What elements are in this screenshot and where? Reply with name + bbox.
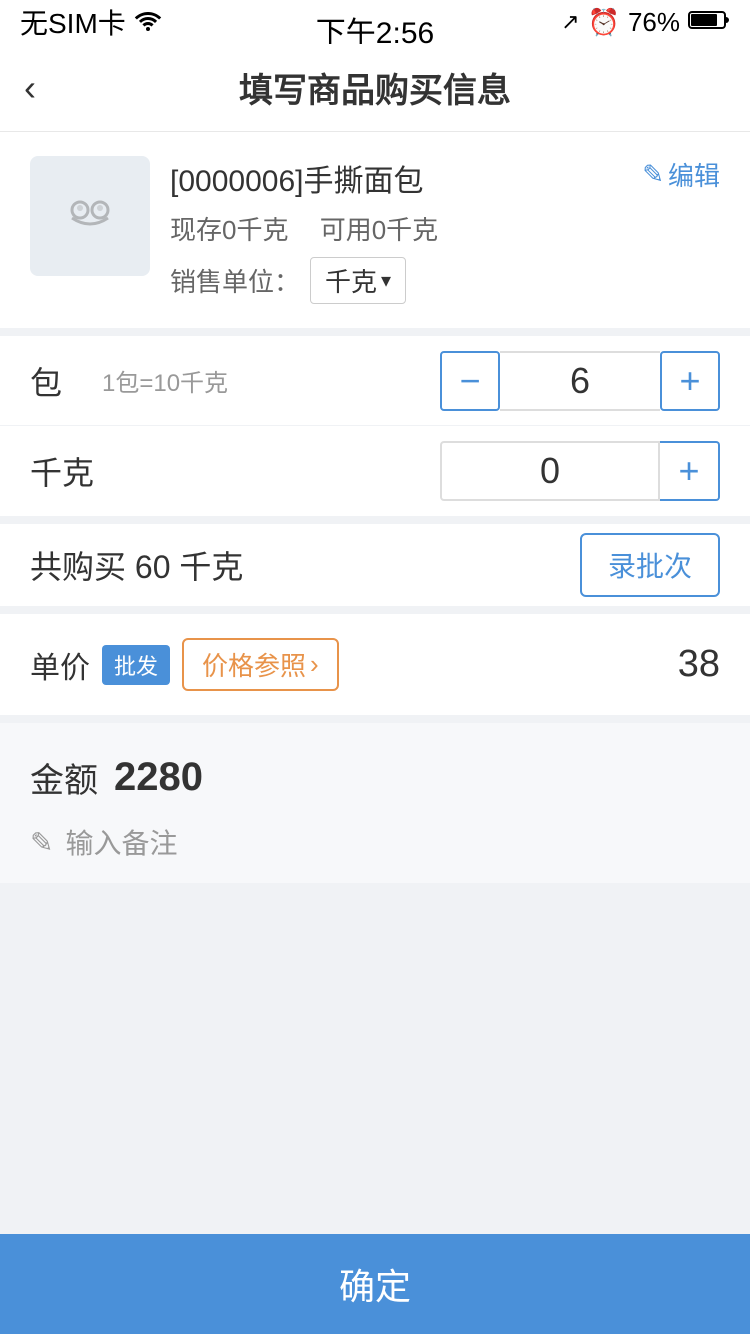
remark-placeholder[interactable]: 输入备注 xyxy=(65,822,177,862)
wifi-icon xyxy=(134,6,162,38)
summary-text: 共购买 60 千克 xyxy=(30,542,243,588)
status-bar: 无SIM卡 下午2:56 ↗ ⏰ 76% xyxy=(0,0,750,44)
bottom-spacer xyxy=(0,883,750,1233)
edit-icon: ✎ xyxy=(642,159,664,190)
product-stock: 现存0千克 可用0千克 xyxy=(170,210,720,247)
kg-quantity-control: + xyxy=(440,441,720,501)
alarm-icon: ⏰ xyxy=(588,7,620,38)
amount-label: 金额 xyxy=(30,753,98,802)
product-image xyxy=(30,156,150,276)
status-right: ↗ ⏰ 76% xyxy=(561,7,730,38)
confirm-button[interactable]: 确定 xyxy=(0,1234,750,1334)
battery-text: 76% xyxy=(628,7,680,38)
price-value: 38 xyxy=(678,643,720,686)
bag-quantity-input[interactable] xyxy=(500,351,660,411)
price-ref-button[interactable]: 价格参照 › xyxy=(182,638,339,691)
available-text: 可用0千克 xyxy=(320,215,438,245)
summary-row: 共购买 60 千克 录批次 xyxy=(0,524,750,614)
bag-row: 包 1包=10千克 − + xyxy=(0,336,750,426)
nav-bar: ‹ 填写商品购买信息 xyxy=(0,44,750,132)
product-name: [0000006]手撕面包 xyxy=(170,156,720,200)
edit-button[interactable]: ✎ 编辑 xyxy=(642,156,720,193)
amount-section: 金额 2280 ✎ 输入备注 xyxy=(0,723,750,883)
page-title: 填写商品购买信息 xyxy=(239,63,511,112)
unit-value: 千克 xyxy=(325,262,377,299)
product-info: [0000006]手撕面包 现存0千克 可用0千克 销售单位： 千克 ▾ xyxy=(170,156,720,304)
pencil-icon: ✎ xyxy=(30,826,53,859)
bag-increment-button[interactable]: + xyxy=(660,351,720,411)
battery-icon xyxy=(688,7,730,38)
back-button[interactable]: ‹ xyxy=(24,67,36,109)
summary-label: 共购买 xyxy=(30,549,126,585)
amount-value: 2280 xyxy=(114,755,203,800)
price-type-tag: 批发 xyxy=(102,645,170,685)
bag-quantity-control: − + xyxy=(440,351,720,411)
amount-row: 金额 2280 xyxy=(30,753,720,802)
remark-row[interactable]: ✎ 输入备注 xyxy=(30,822,720,862)
bag-hint: 1包=10千克 xyxy=(102,363,440,398)
dropdown-arrow-icon: ▾ xyxy=(381,268,391,293)
summary-amount: 60 xyxy=(135,549,171,585)
product-unit-row: 销售单位： 千克 ▾ xyxy=(170,257,720,304)
stock-text: 现存0千克 xyxy=(170,215,288,245)
product-card: [0000006]手撕面包 现存0千克 可用0千克 销售单位： 千克 ▾ ✎ 编… xyxy=(0,132,750,336)
carrier-text: 无SIM卡 xyxy=(20,2,126,42)
bag-decrement-button[interactable]: − xyxy=(440,351,500,411)
unit-select[interactable]: 千克 ▾ xyxy=(310,257,406,304)
batch-button[interactable]: 录批次 xyxy=(580,533,720,597)
summary-unit: 千克 xyxy=(179,549,243,585)
price-section: 单价 批发 价格参照 › 38 xyxy=(0,614,750,723)
unit-label: 销售单位： xyxy=(170,262,300,299)
kg-label: 千克 xyxy=(30,448,94,494)
kg-quantity-input[interactable] xyxy=(440,441,660,501)
status-carrier: 无SIM卡 xyxy=(20,2,162,42)
location-icon: ↗ xyxy=(561,9,579,35)
bag-label: 包 xyxy=(30,358,90,404)
kg-row: 千克 + xyxy=(0,426,750,516)
price-label: 单价 xyxy=(30,643,90,687)
form-section: 包 1包=10千克 − + 千克 + xyxy=(0,336,750,524)
price-ref-arrow-icon: › xyxy=(310,649,319,680)
edit-label: 编辑 xyxy=(668,156,720,193)
price-ref-label: 价格参照 xyxy=(202,646,306,683)
kg-increment-button[interactable]: + xyxy=(660,441,720,501)
